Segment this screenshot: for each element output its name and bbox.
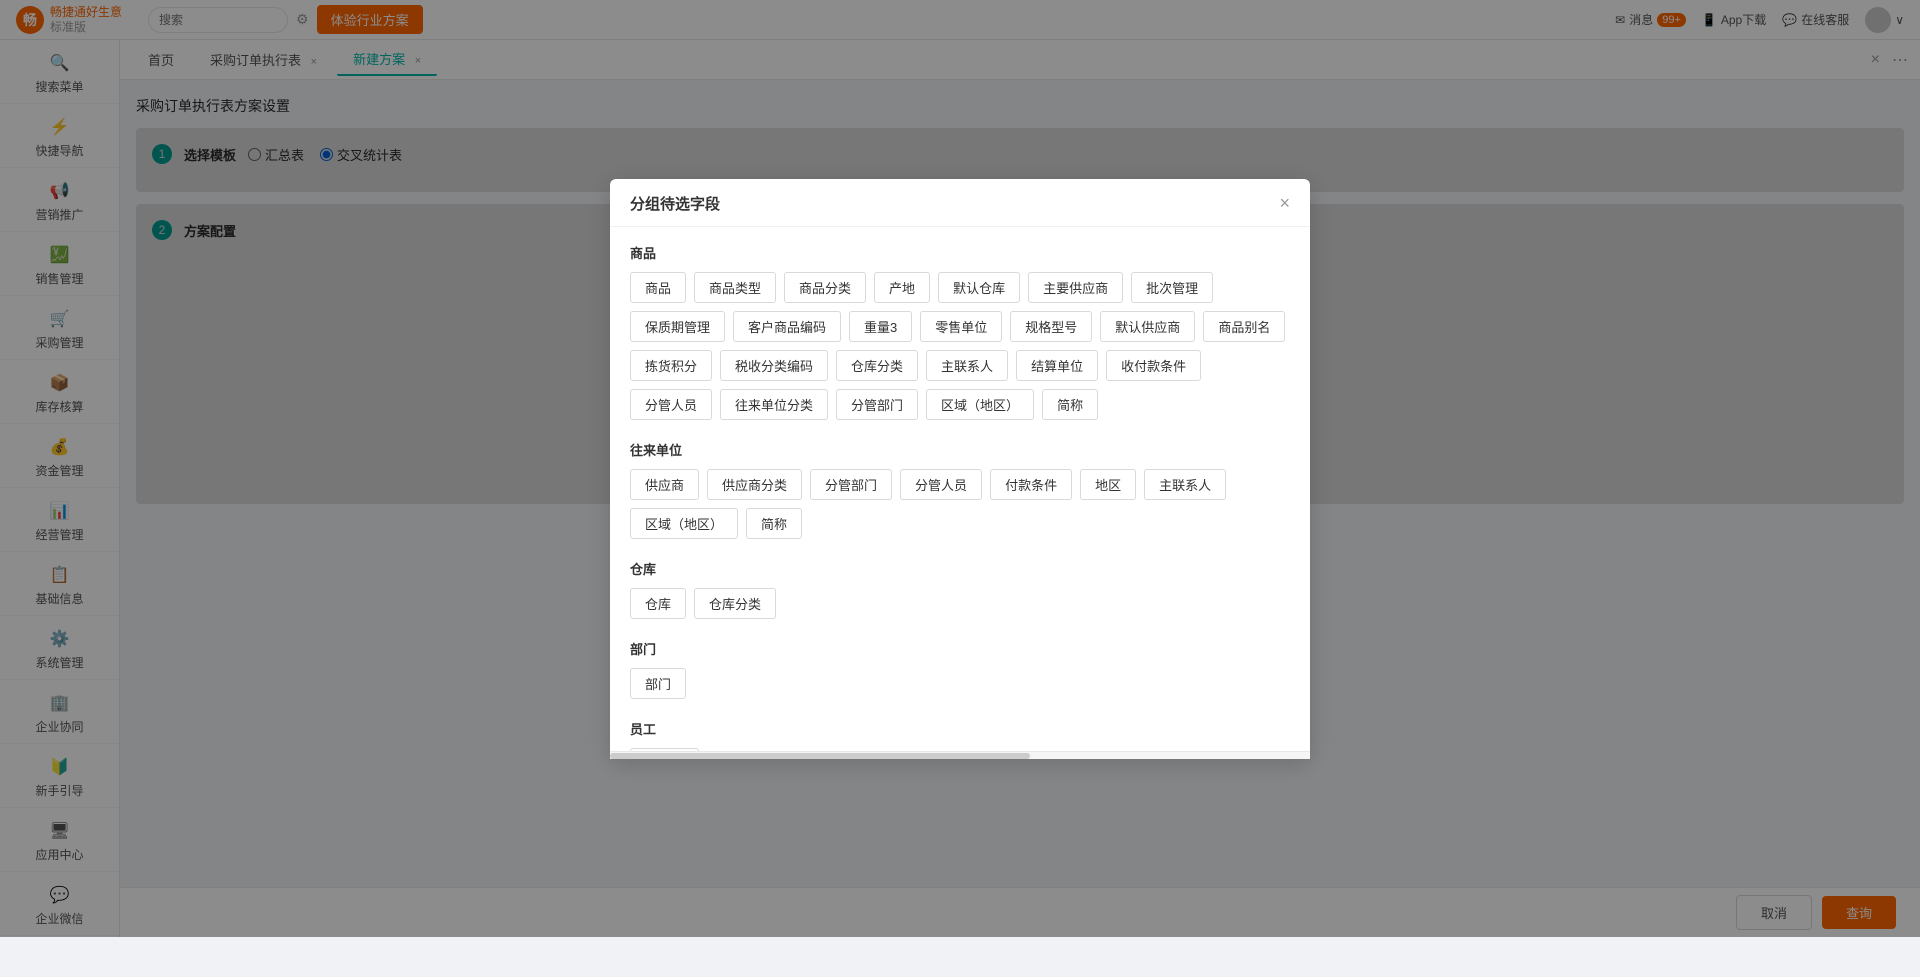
section-employee-title: 员工 bbox=[630, 719, 1290, 738]
section-product-title: 商品 bbox=[630, 243, 1290, 262]
field-tag[interactable]: 税收分类编码 bbox=[720, 350, 828, 381]
field-tag[interactable]: 区域（地区） bbox=[926, 389, 1034, 420]
modal-header: 分组待选字段 × bbox=[610, 179, 1310, 227]
field-tag[interactable]: 分管人员 bbox=[900, 469, 982, 500]
field-tag[interactable]: 商品分类 bbox=[784, 272, 866, 303]
modal-backdrop[interactable]: 分组待选字段 × 商品 商品 商品类型 商品分类 产地 默认仓库 主要供应商 批… bbox=[0, 0, 1920, 937]
field-tag[interactable]: 分管人员 bbox=[630, 389, 712, 420]
field-tag[interactable]: 商品 bbox=[630, 272, 686, 303]
field-tag[interactable]: 商品别名 bbox=[1203, 311, 1285, 342]
field-tag[interactable]: 规格型号 bbox=[1010, 311, 1092, 342]
field-tag[interactable]: 重量3 bbox=[849, 311, 912, 342]
field-tag[interactable]: 商品类型 bbox=[694, 272, 776, 303]
modal-horizontal-scrollbar[interactable] bbox=[610, 751, 1310, 759]
field-tag[interactable]: 保质期管理 bbox=[630, 311, 725, 342]
section-department: 部门 部门 bbox=[630, 639, 1290, 699]
field-tag[interactable]: 供应商 bbox=[630, 469, 699, 500]
field-tag[interactable]: 产地 bbox=[874, 272, 930, 303]
field-tag[interactable]: 仓库分类 bbox=[694, 588, 776, 619]
field-tag[interactable]: 简称 bbox=[746, 508, 802, 539]
field-tag[interactable]: 部门 bbox=[630, 668, 686, 699]
section-partner: 往来单位 供应商 供应商分类 分管部门 分管人员 付款条件 地区 主联系人 区域… bbox=[630, 440, 1290, 539]
product-fields: 商品 商品类型 商品分类 产地 默认仓库 主要供应商 批次管理 保质期管理 客户… bbox=[630, 272, 1290, 420]
field-tag[interactable]: 默认供应商 bbox=[1100, 311, 1195, 342]
field-tag[interactable]: 主联系人 bbox=[926, 350, 1008, 381]
field-tag[interactable]: 简称 bbox=[1042, 389, 1098, 420]
field-tag[interactable]: 付款条件 bbox=[990, 469, 1072, 500]
field-tag[interactable]: 区域（地区） bbox=[630, 508, 738, 539]
modal-body[interactable]: 商品 商品 商品类型 商品分类 产地 默认仓库 主要供应商 批次管理 保质期管理… bbox=[610, 227, 1310, 751]
field-tag[interactable]: 零售单位 bbox=[920, 311, 1002, 342]
section-warehouse: 仓库 仓库 仓库分类 bbox=[630, 559, 1290, 619]
field-tag[interactable]: 拣货积分 bbox=[630, 350, 712, 381]
modal-close-btn[interactable]: × bbox=[1279, 194, 1290, 212]
modal-scrollbar-thumb bbox=[610, 753, 1030, 759]
field-tag[interactable]: 主要供应商 bbox=[1028, 272, 1123, 303]
field-tag[interactable]: 默认仓库 bbox=[938, 272, 1020, 303]
field-tag[interactable]: 分管部门 bbox=[810, 469, 892, 500]
section-partner-title: 往来单位 bbox=[630, 440, 1290, 459]
field-tag[interactable]: 收付款条件 bbox=[1106, 350, 1201, 381]
field-tag[interactable]: 往来单位分类 bbox=[720, 389, 828, 420]
section-product: 商品 商品 商品类型 商品分类 产地 默认仓库 主要供应商 批次管理 保质期管理… bbox=[630, 243, 1290, 420]
section-warehouse-title: 仓库 bbox=[630, 559, 1290, 578]
field-tag[interactable]: 主联系人 bbox=[1144, 469, 1226, 500]
partner-fields: 供应商 供应商分类 分管部门 分管人员 付款条件 地区 主联系人 区域（地区） … bbox=[630, 469, 1290, 539]
field-tag[interactable]: 仓库分类 bbox=[836, 350, 918, 381]
field-tag[interactable]: 地区 bbox=[1080, 469, 1136, 500]
section-employee: 员工 业务员 bbox=[630, 719, 1290, 751]
modal-select-fields: 分组待选字段 × 商品 商品 商品类型 商品分类 产地 默认仓库 主要供应商 批… bbox=[610, 179, 1310, 759]
warehouse-fields: 仓库 仓库分类 bbox=[630, 588, 1290, 619]
department-fields: 部门 bbox=[630, 668, 1290, 699]
field-tag[interactable]: 供应商分类 bbox=[707, 469, 802, 500]
field-tag[interactable]: 批次管理 bbox=[1131, 272, 1213, 303]
field-tag[interactable]: 客户商品编码 bbox=[733, 311, 841, 342]
field-tag[interactable]: 结算单位 bbox=[1016, 350, 1098, 381]
field-tag[interactable]: 分管部门 bbox=[836, 389, 918, 420]
modal-title: 分组待选字段 bbox=[630, 193, 720, 214]
section-department-title: 部门 bbox=[630, 639, 1290, 658]
field-tag[interactable]: 仓库 bbox=[630, 588, 686, 619]
